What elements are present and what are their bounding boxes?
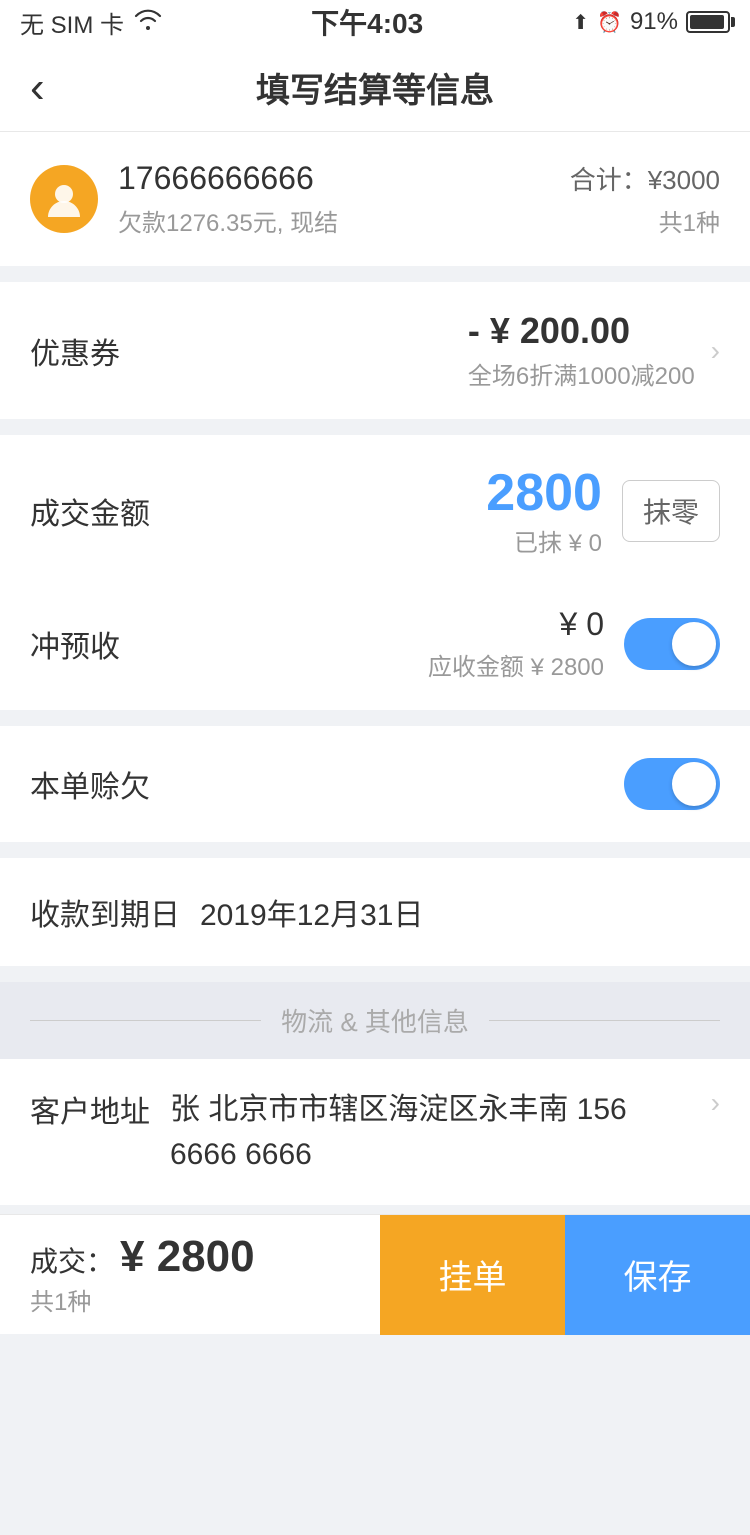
status-left: 无 SIM 卡	[20, 5, 162, 40]
deal-amount-value: 2800	[486, 463, 602, 523]
due-date-label: 收款到期日	[30, 890, 180, 934]
chong-right: ¥ 0 应收金额 ¥ 2800	[428, 606, 720, 682]
chong-toggle[interactable]	[624, 618, 720, 670]
she-toggle[interactable]	[624, 758, 720, 810]
chong-label: 冲预收	[30, 622, 120, 666]
due-date-section: 收款到期日 2019年12月31日	[0, 858, 750, 966]
round-zero-button[interactable]: 抹零	[622, 480, 720, 542]
chong-amount: ¥ 0	[428, 606, 604, 643]
bottom-summary: 成交： ¥ 2800 共1种	[0, 1232, 380, 1317]
divider-text: 物流 & 其他信息	[281, 1002, 469, 1039]
location-icon: ⬆	[572, 10, 589, 35]
deal-section: 成交金额 2800 已抹 ¥ 0 抹零 冲预收 ¥ 0 应收金额 ¥ 2800	[0, 435, 750, 710]
deal-amount-row: 成交金额 2800 已抹 ¥ 0 抹零	[0, 435, 750, 586]
she-label: 本单赊欠	[30, 762, 150, 806]
divider-line-left	[30, 1020, 261, 1021]
bottom-deal-label: 成交：	[30, 1240, 114, 1280]
status-right: ⬆ ⏰ 91%	[572, 8, 730, 36]
address-chevron-icon: ›	[711, 1087, 720, 1119]
bottom-count: 共1种	[30, 1282, 350, 1317]
page-title: 填写结算等信息	[256, 63, 494, 112]
customer-debt: 欠款1276.35元, 现结	[118, 203, 338, 238]
coupon-section: 优惠券 - ¥ 200.00 全场6折满1000减200 ›	[0, 282, 750, 419]
chong-sub: 应收金额 ¥ 2800	[428, 647, 604, 682]
toggle-knob	[672, 622, 716, 666]
customer-left: 17666666666 欠款1276.35元, 现结	[30, 160, 338, 238]
coupon-amount: - ¥ 200.00	[468, 310, 695, 352]
deal-amount-label: 成交金额	[30, 489, 150, 533]
she-toggle-knob	[672, 762, 716, 806]
wifi-icon	[134, 8, 162, 37]
coupon-sub: 全场6折满1000减200	[468, 356, 695, 391]
hang-order-button[interactable]: 挂单	[380, 1215, 565, 1335]
due-date-value: 2019年12月31日	[200, 890, 423, 934]
alarm-icon: ⏰	[597, 10, 622, 35]
she-section: 本单赊欠	[0, 726, 750, 842]
nav-bar: ‹ 填写结算等信息	[0, 44, 750, 132]
bottom-bar: 成交： ¥ 2800 共1种 挂单 保存	[0, 1214, 750, 1334]
address-value: 张 北京市市辖区海淀区永丰南 156 6666 6666	[170, 1087, 701, 1177]
coupon-label: 优惠券	[30, 329, 120, 373]
customer-card: 17666666666 欠款1276.35元, 现结 合计：¥3000 共1种	[0, 132, 750, 266]
carrier-text: 无 SIM 卡	[20, 5, 124, 40]
back-button[interactable]: ‹	[20, 53, 55, 123]
chong-row: 冲预收 ¥ 0 应收金额 ¥ 2800	[0, 586, 750, 710]
customer-phone: 17666666666	[118, 160, 338, 197]
deal-rounded-sub: 已抹 ¥ 0	[486, 523, 602, 558]
avatar	[30, 165, 98, 233]
battery-percent: 91%	[630, 8, 678, 36]
status-bar: 无 SIM 卡 下午4:03 ⬆ ⏰ 91%	[0, 0, 750, 44]
customer-info: 17666666666 欠款1276.35元, 现结	[118, 160, 338, 238]
total-count: 共1种	[570, 203, 720, 238]
divider-section: 物流 & 其他信息	[0, 982, 750, 1059]
address-label: 客户地址	[30, 1087, 150, 1131]
battery-icon	[686, 11, 730, 33]
deal-amount-container: 2800 已抹 ¥ 0 抹零	[486, 463, 720, 558]
customer-right: 合计：¥3000 共1种	[570, 160, 720, 238]
coupon-row[interactable]: 优惠券 - ¥ 200.00 全场6折满1000减200 ›	[0, 282, 750, 419]
chevron-right-icon: ›	[711, 335, 720, 367]
total-label: 合计：¥3000	[570, 160, 720, 197]
status-time: 下午4:03	[311, 2, 423, 42]
address-section[interactable]: 客户地址 张 北京市市辖区海淀区永丰南 156 6666 6666 ›	[0, 1059, 750, 1205]
divider-line-right	[489, 1020, 720, 1021]
chong-amount-block: ¥ 0 应收金额 ¥ 2800	[428, 606, 604, 682]
bottom-deal-amount: ¥ 2800	[120, 1232, 255, 1282]
save-button[interactable]: 保存	[565, 1215, 750, 1335]
